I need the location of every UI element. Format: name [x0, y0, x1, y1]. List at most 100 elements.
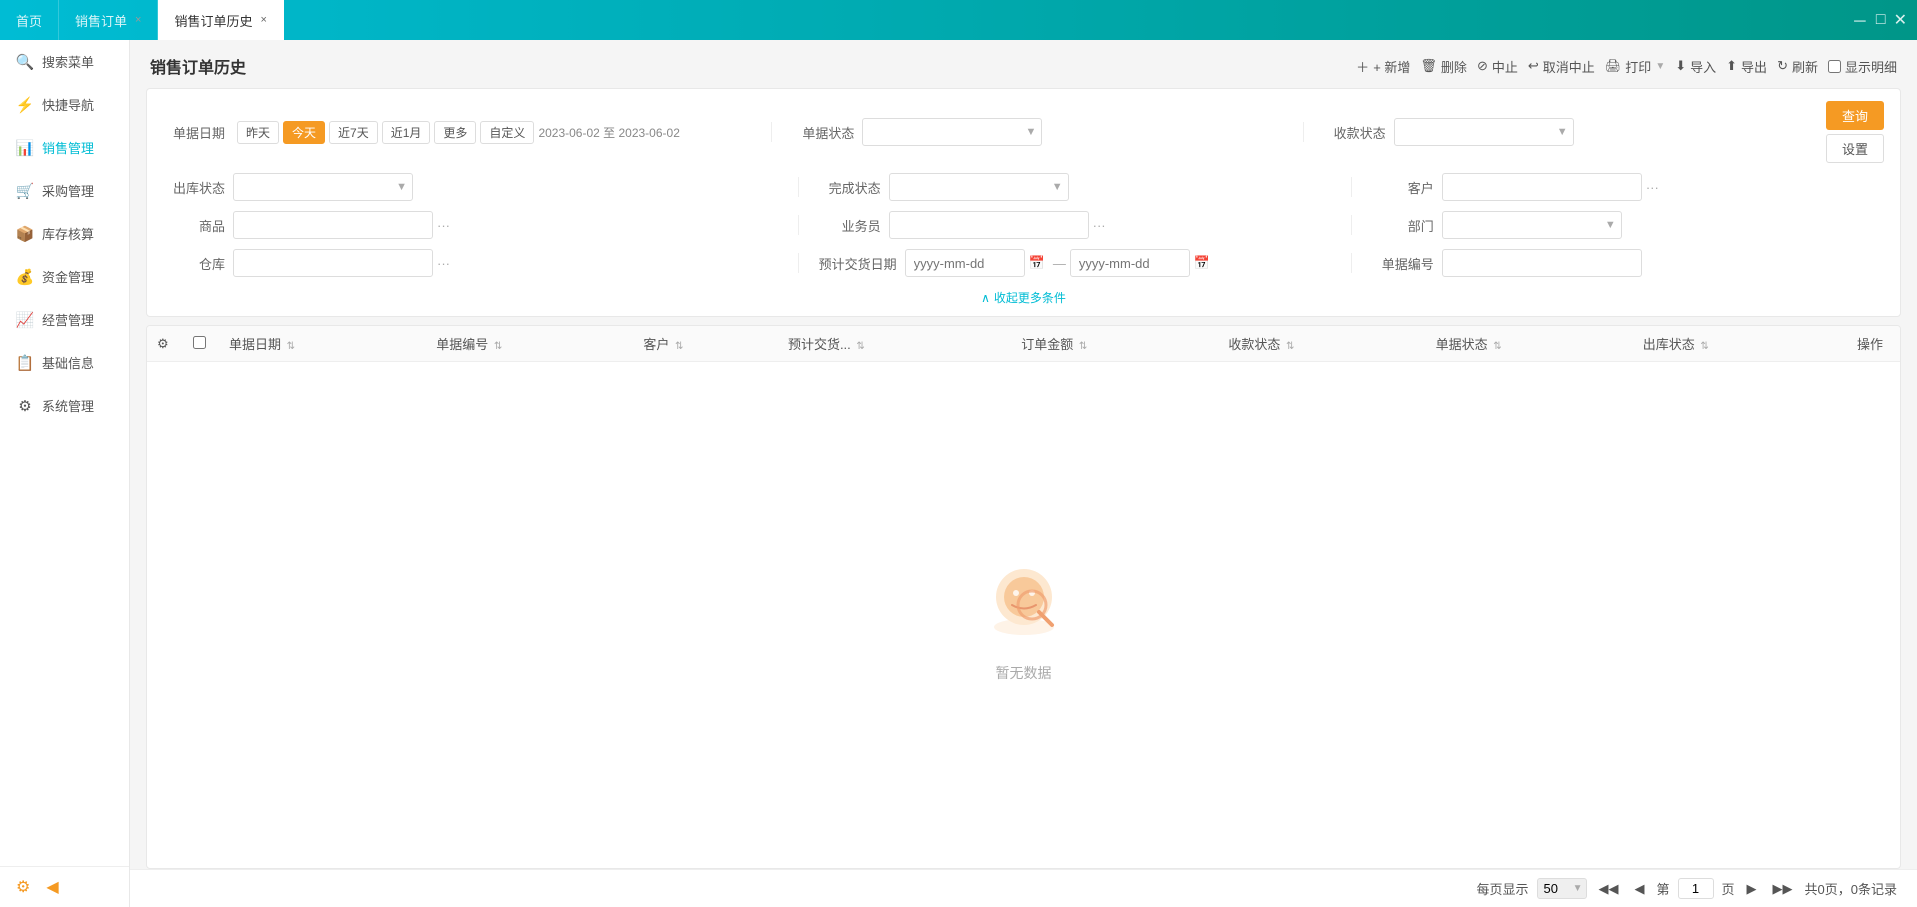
expected-date-start-input[interactable]	[905, 249, 1025, 277]
print-button[interactable]: 🖨 打印 ▼	[1605, 57, 1665, 76]
select-all-checkbox[interactable]	[193, 336, 206, 349]
sidebar-item-basic-info[interactable]: 📋 基础信息	[0, 341, 129, 384]
payment-status-select[interactable]	[1394, 118, 1574, 146]
query-button[interactable]: 查询	[1826, 101, 1884, 130]
page-number-input[interactable]	[1678, 878, 1714, 899]
date-btn-today[interactable]: 今天	[283, 121, 325, 144]
department-select[interactable]	[1442, 211, 1622, 239]
filter-payment-status-group: 收款状态 ▼	[1324, 118, 1814, 146]
stop-button[interactable]: ⊘ 中止	[1477, 57, 1518, 76]
tab-home[interactable]: 首页	[0, 0, 59, 40]
product-input[interactable]	[233, 211, 433, 239]
import-icon: ⬇	[1675, 58, 1686, 74]
chevron-up-icon: ∧	[981, 291, 990, 305]
settings-bottom-icon[interactable]: ⚙	[16, 877, 30, 897]
first-page-button[interactable]: ◀◀	[1595, 879, 1623, 899]
date-btn-1month[interactable]: 近1月	[382, 121, 431, 144]
sidebar-item-quick-nav[interactable]: ⚡ 快捷导航	[0, 83, 129, 126]
col-expected-delivery[interactable]: 预计交货... ⇅	[778, 326, 1011, 362]
tab-sales-order[interactable]: 销售订单 ×	[59, 0, 158, 40]
col-payment-status[interactable]: 收款状态 ⇅	[1218, 326, 1425, 362]
sidebar: 🔍 搜索菜单 ⚡ 快捷导航 📊 销售管理 🛒 采购管理 📦 库存核算 💰 资金管…	[0, 40, 130, 907]
product-dots-icon[interactable]: ···	[437, 218, 450, 233]
warehouse-input[interactable]	[233, 249, 433, 277]
sidebar-item-operations[interactable]: 📈 经营管理	[0, 298, 129, 341]
display-detail-toggle[interactable]: 显示明细	[1828, 57, 1897, 76]
col-amount[interactable]: 订单金额 ⇅	[1011, 326, 1218, 362]
customer-label: 客户	[1372, 178, 1442, 197]
calendar-end-icon[interactable]: 📅	[1194, 255, 1210, 271]
new-button[interactable]: ＋ + 新增	[1356, 57, 1410, 76]
customer-input[interactable]	[1442, 173, 1642, 201]
order-no-input[interactable]	[1442, 249, 1642, 277]
print-dropdown-icon[interactable]: ▼	[1655, 61, 1665, 72]
tab-close-sales-order[interactable]: ×	[135, 14, 141, 26]
minimize-button[interactable]: －	[1852, 8, 1868, 32]
col-settings[interactable]: ⚙	[147, 326, 183, 362]
customer-dots-icon[interactable]: ···	[1646, 180, 1659, 195]
date-btn-7days[interactable]: 近7天	[329, 121, 378, 144]
filter-row-4: 仓库 ··· 预计交货日期 📅 — 📅 单据编号	[163, 249, 1884, 277]
complete-status-select[interactable]	[889, 173, 1069, 201]
out-status-label: 出库状态	[163, 178, 233, 197]
action-buttons: 查询 设置	[1826, 101, 1884, 163]
out-status-select[interactable]	[233, 173, 413, 201]
display-detail-checkbox[interactable]	[1828, 60, 1841, 73]
filter-area: 单据日期 昨天 今天 近7天 近1月 更多 自定义 2023-06-02 至 2…	[146, 88, 1901, 317]
salesperson-input[interactable]	[889, 211, 1089, 239]
payment-status-select-wrapper: ▼	[1394, 118, 1574, 146]
last-page-button[interactable]: ▶▶	[1769, 879, 1797, 899]
salesperson-dots-icon[interactable]: ···	[1093, 218, 1106, 233]
sidebar-item-inventory[interactable]: 📦 库存核算	[0, 212, 129, 255]
col-customer[interactable]: 客户 ⇅	[633, 326, 778, 362]
inventory-icon: 📦	[16, 225, 34, 243]
warehouse-label: 仓库	[163, 254, 233, 273]
filter-divider-7	[798, 253, 799, 273]
col-checkbox[interactable]	[183, 326, 219, 362]
payment-status-label: 收款状态	[1324, 123, 1394, 142]
sidebar-item-purchase[interactable]: 🛒 采购管理	[0, 169, 129, 212]
collapse-sidebar-icon[interactable]: ◀	[46, 877, 58, 897]
expected-date-end-input[interactable]	[1070, 249, 1190, 277]
complete-status-label: 完成状态	[819, 178, 889, 197]
expected-date-label: 预计交货日期	[819, 254, 905, 273]
filter-row-3: 商品 ··· 业务员 ··· 部门 ▼	[163, 211, 1884, 239]
maximize-button[interactable]: □	[1876, 11, 1886, 29]
cancel-stop-icon: ↩	[1528, 58, 1539, 74]
sidebar-item-search[interactable]: 🔍 搜索菜单	[0, 40, 129, 83]
complete-status-select-wrapper: ▼	[889, 173, 1069, 201]
sidebar-item-system[interactable]: ⚙ 系统管理	[0, 384, 129, 427]
calendar-start-icon[interactable]: 📅	[1029, 255, 1045, 271]
date-btn-yesterday[interactable]: 昨天	[237, 121, 279, 144]
tab-sales-order-history[interactable]: 销售订单历史 ×	[158, 0, 283, 40]
col-out-status[interactable]: 出库状态 ⇅	[1633, 326, 1840, 362]
tab-close-history[interactable]: ×	[260, 14, 266, 26]
cancel-stop-button[interactable]: ↩ 取消中止	[1528, 57, 1595, 76]
per-page-select[interactable]: 10 20 50 100	[1537, 878, 1587, 899]
date-btn-more[interactable]: 更多	[434, 121, 476, 144]
warehouse-dots-icon[interactable]: ···	[437, 256, 450, 271]
date-control: 昨天 今天 近7天 近1月 更多 自定义 2023-06-02 至 2023-0…	[233, 121, 751, 144]
table-settings-icon[interactable]: ⚙	[157, 336, 169, 351]
sort-amount-icon: ⇅	[1079, 341, 1087, 352]
date-btn-custom[interactable]: 自定义	[480, 121, 534, 144]
refresh-button[interactable]: ↻ 刷新	[1777, 57, 1818, 76]
delete-button[interactable]: 🗑 删除	[1420, 57, 1467, 76]
data-table: ⚙ 单据日期 ⇅ 单据编号	[147, 326, 1900, 362]
filter-complete-status-group: 完成状态 ▼	[819, 173, 1331, 201]
filter-expected-date-group: 预计交货日期 📅 — 📅	[819, 249, 1331, 277]
next-page-button[interactable]: ▶	[1743, 879, 1761, 899]
empty-state: 暂无数据	[147, 362, 1900, 868]
col-order-no[interactable]: 单据编号 ⇅	[426, 326, 633, 362]
set-button[interactable]: 设置	[1826, 134, 1884, 163]
order-status-select[interactable]	[862, 118, 1042, 146]
sidebar-item-finance[interactable]: 💰 资金管理	[0, 255, 129, 298]
export-button[interactable]: ⬆ 导出	[1726, 57, 1767, 76]
close-button[interactable]: ✕	[1894, 10, 1907, 30]
collapse-filter-row[interactable]: ∧ 收起更多条件	[163, 287, 1884, 312]
sidebar-item-sales[interactable]: 📊 销售管理	[0, 126, 129, 169]
import-button[interactable]: ⬇ 导入	[1675, 57, 1716, 76]
col-order-status[interactable]: 单据状态 ⇅	[1426, 326, 1633, 362]
prev-page-button[interactable]: ◀	[1631, 879, 1649, 899]
col-date[interactable]: 单据日期 ⇅	[219, 326, 426, 362]
